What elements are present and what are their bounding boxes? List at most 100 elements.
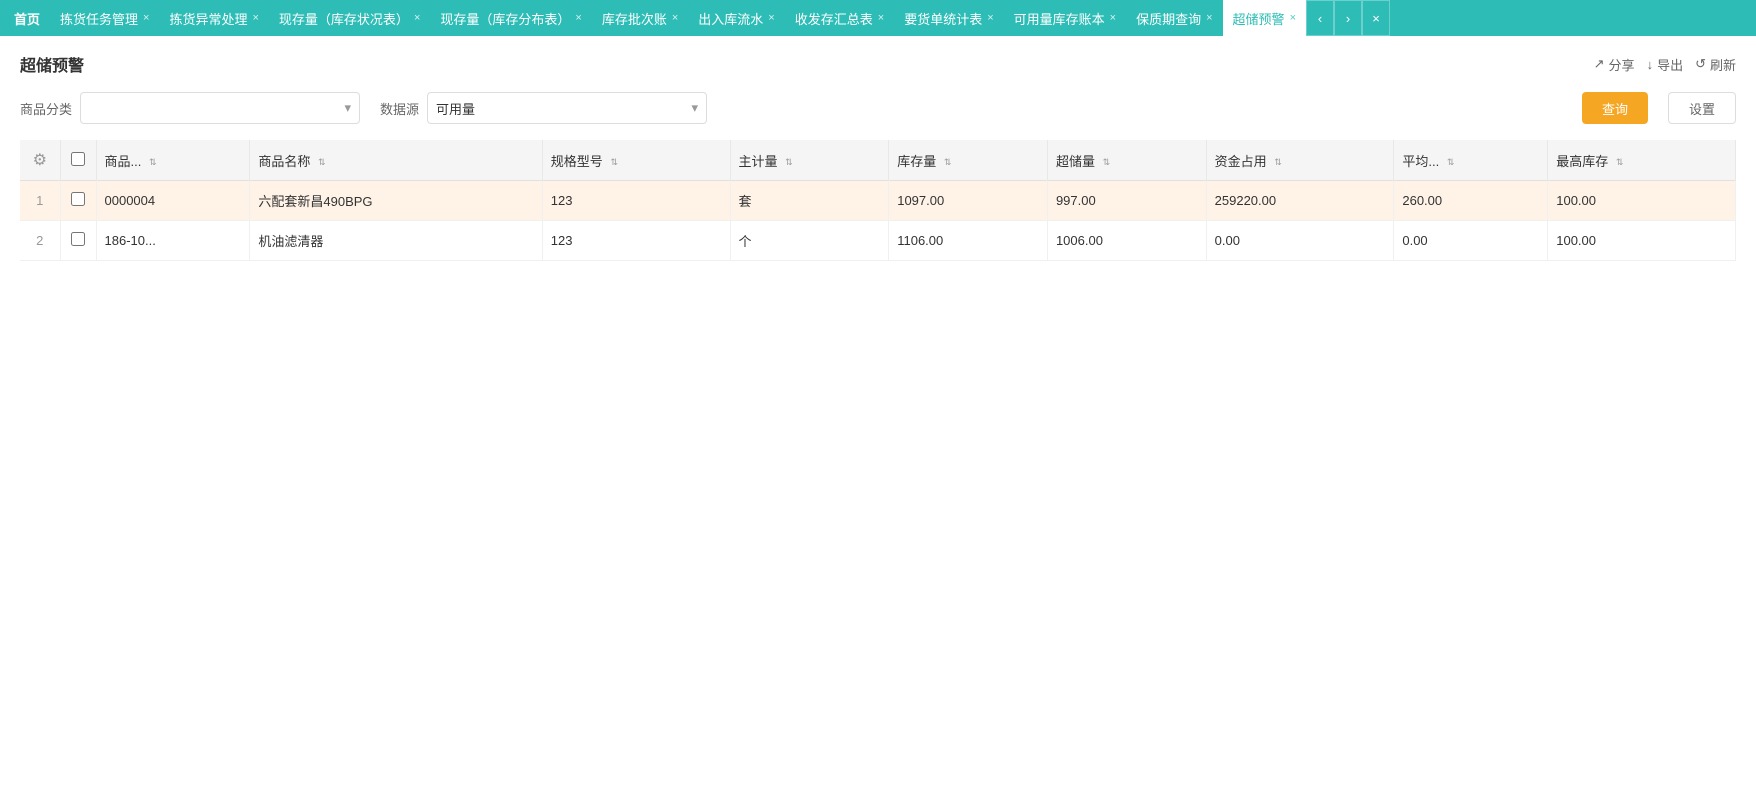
nav-tab-5[interactable]: 库存批次账 × [592, 0, 688, 36]
row-max-stock-1: 100.00 [1548, 221, 1736, 261]
close-tab-2-icon[interactable]: × [252, 12, 258, 24]
th-capital: 资金占用 ⇅ [1206, 140, 1394, 181]
th-checkbox [60, 140, 96, 181]
close-tab-active-icon[interactable]: × [1290, 12, 1296, 24]
row-unit-1: 个 [730, 221, 889, 261]
gear-settings-icon[interactable]: ⚙ [33, 152, 47, 169]
sort-max-stock-icon[interactable]: ⇅ [1616, 158, 1624, 167]
row-product-name-1: 机油滤清器 [250, 221, 542, 261]
sort-spec-icon[interactable]: ⇅ [610, 158, 618, 167]
page-title: 超储预警 [20, 52, 84, 76]
refresh-icon: ↺ [1695, 56, 1706, 72]
nav-home[interactable]: 首页 [4, 0, 50, 36]
row-capital-1: 0.00 [1206, 221, 1394, 261]
row-stock-0: 1097.00 [889, 181, 1048, 221]
page-header: 超储预警 ↗ 分享 ↓ 导出 ↺ 刷新 [20, 52, 1736, 76]
datasource-select-value: 可用量 [436, 99, 475, 118]
close-tab-1-icon[interactable]: × [143, 12, 149, 24]
close-tab-3-icon[interactable]: × [414, 12, 420, 24]
th-stock: 库存量 ⇅ [889, 140, 1048, 181]
row-product-code-1: 186-10... [96, 221, 250, 261]
row-num-1: 2 [20, 221, 60, 261]
refresh-button[interactable]: ↺ 刷新 [1695, 55, 1736, 74]
category-filter-group: 商品分类 ▾ [20, 92, 360, 124]
row-unit-0: 套 [730, 181, 889, 221]
table-body: 1 0000004 六配套新昌490BPG 123 套 1097.00 997.… [20, 181, 1736, 261]
close-tab-9-icon[interactable]: × [1110, 12, 1116, 24]
select-all-checkbox[interactable] [71, 152, 85, 166]
nav-prev-button[interactable]: ‹ [1306, 0, 1334, 36]
datasource-chevron-icon: ▾ [692, 100, 699, 116]
header-actions: ↗ 分享 ↓ 导出 ↺ 刷新 [1594, 55, 1736, 74]
sort-capital-icon[interactable]: ⇅ [1274, 158, 1282, 167]
sort-product-name-icon[interactable]: ⇅ [318, 158, 326, 167]
th-product-name: 商品名称 ⇅ [250, 140, 542, 181]
nav-tab-10[interactable]: 保质期查询 × [1126, 0, 1222, 36]
row-select-checkbox-1[interactable] [71, 232, 85, 246]
sort-unit-icon[interactable]: ⇅ [785, 158, 793, 167]
share-icon: ↗ [1594, 56, 1605, 72]
row-product-name-0: 六配套新昌490BPG [250, 181, 542, 221]
close-tab-5-icon[interactable]: × [672, 12, 678, 24]
row-max-stock-0: 100.00 [1548, 181, 1736, 221]
row-spec-0: 123 [542, 181, 730, 221]
row-overstock-0: 997.00 [1047, 181, 1206, 221]
row-overstock-1: 1006.00 [1047, 221, 1206, 261]
table-header-row: ⚙ 商品... ⇅ 商品名称 ⇅ 规格型号 ⇅ 主计量 [20, 140, 1736, 181]
close-tab-7-icon[interactable]: × [878, 12, 884, 24]
nav-tab-8[interactable]: 要货单统计表 × [894, 0, 1003, 36]
topbar: 首页 拣货任务管理 × 拣货异常处理 × 现存量（库存状况表） × 现存量（库存… [0, 0, 1756, 36]
th-max-stock: 最高库存 ⇅ [1548, 140, 1736, 181]
sort-stock-icon[interactable]: ⇅ [944, 158, 952, 167]
row-avg-0: 260.00 [1394, 181, 1548, 221]
nav-tab-3[interactable]: 现存量（库存状况表） × [269, 0, 430, 36]
nav-tab-6[interactable]: 出入库流水 × [688, 0, 784, 36]
datasource-select[interactable]: 可用量 ▾ [427, 92, 707, 124]
export-button[interactable]: ↓ 导出 [1647, 55, 1684, 74]
row-num-0: 1 [20, 181, 60, 221]
nav-tab-4[interactable]: 现存量（库存分布表） × [430, 0, 591, 36]
sort-avg-icon[interactable]: ⇅ [1447, 158, 1455, 167]
row-capital-0: 259220.00 [1206, 181, 1394, 221]
share-button[interactable]: ↗ 分享 [1594, 55, 1635, 74]
table-row: 2 186-10... 机油滤清器 123 个 1106.00 1006.00 … [20, 221, 1736, 261]
nav-tab-1[interactable]: 拣货任务管理 × [50, 0, 159, 36]
sort-product-code-icon[interactable]: ⇅ [149, 158, 157, 167]
row-select-checkbox-0[interactable] [71, 192, 85, 206]
settings-button[interactable]: 设置 [1668, 92, 1736, 124]
sort-overstock-icon[interactable]: ⇅ [1103, 158, 1111, 167]
row-product-code-0: 0000004 [96, 181, 250, 221]
row-stock-1: 1106.00 [889, 221, 1048, 261]
nav-tab-7[interactable]: 收发存汇总表 × [785, 0, 894, 36]
data-table: ⚙ 商品... ⇅ 商品名称 ⇅ 规格型号 ⇅ 主计量 [20, 140, 1736, 261]
export-icon: ↓ [1647, 57, 1654, 72]
nav-tab-active[interactable]: 超储预警 × [1223, 0, 1306, 36]
category-chevron-icon: ▾ [344, 100, 351, 116]
filter-row: 商品分类 ▾ 数据源 可用量 ▾ 查询 设置 [20, 92, 1736, 124]
datasource-label: 数据源 [380, 99, 419, 118]
nav-next-button[interactable]: › [1334, 0, 1362, 36]
nav-tab-9[interactable]: 可用量库存账本 × [1004, 0, 1126, 36]
row-checkbox-1 [60, 221, 96, 261]
category-select[interactable]: ▾ [80, 92, 360, 124]
nav-close-button[interactable]: × [1362, 0, 1390, 36]
th-avg: 平均... ⇅ [1394, 140, 1548, 181]
row-avg-1: 0.00 [1394, 221, 1548, 261]
datasource-filter-group: 数据源 可用量 ▾ [380, 92, 707, 124]
close-tab-8-icon[interactable]: × [987, 12, 993, 24]
close-tab-6-icon[interactable]: × [768, 12, 774, 24]
row-checkbox-0 [60, 181, 96, 221]
main-content: 超储预警 ↗ 分享 ↓ 导出 ↺ 刷新 商品分类 ▾ 数据源 [0, 36, 1756, 800]
th-gear: ⚙ [20, 140, 60, 181]
category-label: 商品分类 [20, 99, 72, 118]
th-product-code: 商品... ⇅ [96, 140, 250, 181]
th-unit: 主计量 ⇅ [730, 140, 889, 181]
th-overstock: 超储量 ⇅ [1047, 140, 1206, 181]
nav-tab-2[interactable]: 拣货异常处理 × [159, 0, 268, 36]
query-button[interactable]: 查询 [1582, 92, 1648, 124]
th-spec: 规格型号 ⇅ [542, 140, 730, 181]
close-tab-10-icon[interactable]: × [1206, 12, 1212, 24]
row-spec-1: 123 [542, 221, 730, 261]
close-tab-4-icon[interactable]: × [575, 12, 581, 24]
table-row: 1 0000004 六配套新昌490BPG 123 套 1097.00 997.… [20, 181, 1736, 221]
